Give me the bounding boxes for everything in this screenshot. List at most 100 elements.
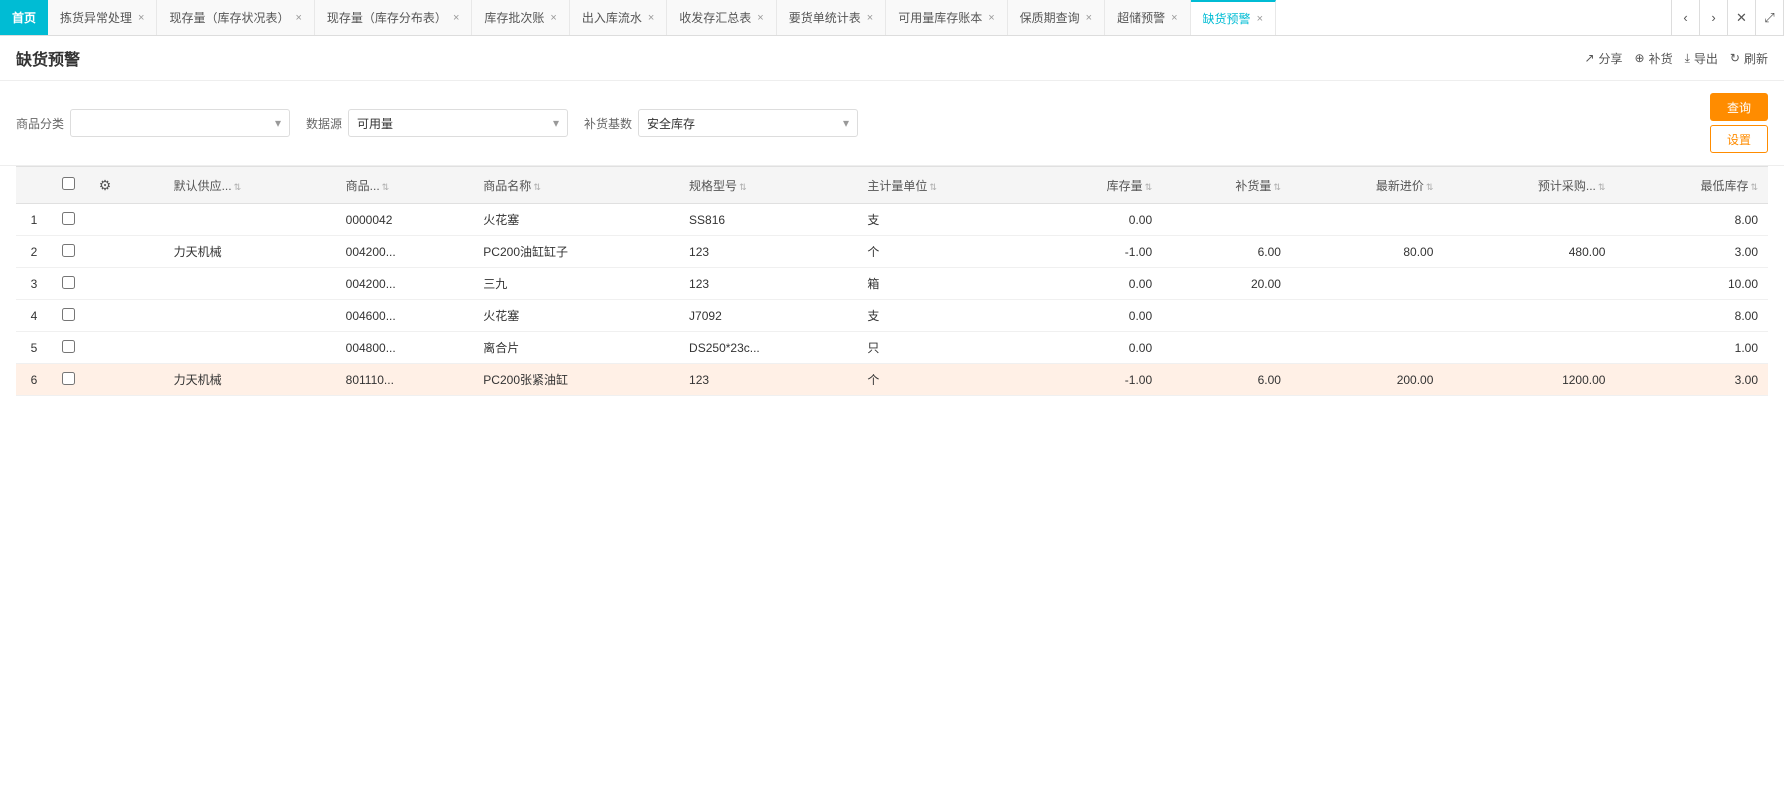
tab-expiry-query[interactable]: 保质期查询× bbox=[1008, 0, 1105, 36]
tab-close-collect-summary[interactable]: × bbox=[757, 12, 763, 24]
cell-code-2: 004200... bbox=[336, 268, 474, 300]
sort-icon-code: ⇅ bbox=[382, 182, 390, 192]
cell-code-1: 004200... bbox=[336, 236, 474, 268]
tab-label-demand-stat: 要货单统计表 bbox=[789, 9, 861, 26]
tab-close-demand-stat[interactable]: × bbox=[867, 12, 873, 24]
col-label-latest_price: 最新进价 bbox=[1376, 179, 1424, 193]
datasource-filter-group: 数据源 可用量 ▾ bbox=[306, 109, 568, 137]
tab-collect-summary[interactable]: 收发存汇总表× bbox=[667, 0, 776, 36]
row-checkbox-5[interactable] bbox=[62, 372, 75, 385]
col-header-checkbox[interactable] bbox=[52, 167, 85, 204]
tab-close-available-ledger[interactable]: × bbox=[988, 12, 994, 24]
cell-name-4: 离合片 bbox=[473, 332, 679, 364]
datasource-select[interactable]: 可用量 ▾ bbox=[348, 109, 568, 137]
tab-demand-stat[interactable]: 要货单统计表 × bbox=[777, 0, 886, 36]
cell-supplier-0 bbox=[164, 204, 336, 236]
tab-shortage[interactable]: 缺货预警× bbox=[1191, 0, 1276, 36]
col-header-name[interactable]: 商品名称⇅ bbox=[473, 167, 679, 204]
cell-checkbox-5 bbox=[52, 364, 85, 396]
cell-index-2: 3 bbox=[16, 268, 52, 300]
col-header-settings[interactable]: ⚙ bbox=[85, 167, 164, 204]
tab-inventory-status[interactable]: 现存量（库存状况表）× bbox=[157, 0, 314, 36]
cell-supplement-2: 20.00 bbox=[1162, 268, 1291, 300]
category-select[interactable]: ▾ bbox=[70, 109, 290, 137]
cell-spec-5: 123 bbox=[679, 364, 857, 396]
col-header-unit[interactable]: 主计量单位⇅ bbox=[857, 167, 1033, 204]
cell-latest_price-3 bbox=[1291, 300, 1443, 332]
col-header-spec[interactable]: 规格型号⇅ bbox=[679, 167, 857, 204]
supplement-base-select-value: 安全库存 bbox=[647, 115, 695, 132]
col-header-supplement[interactable]: 补货量⇅ bbox=[1162, 167, 1291, 204]
page-title: 缺货预警 bbox=[16, 46, 80, 70]
tab-next-button[interactable]: › bbox=[1700, 0, 1728, 36]
page-content: 缺货预警 ↗ 分享 ⊕ 补货 ⤓ 导出 ↻ 刷新 商品分类 bbox=[0, 36, 1784, 796]
col-header-min_stock[interactable]: 最低库存⇅ bbox=[1615, 167, 1768, 204]
select-all-checkbox[interactable] bbox=[62, 177, 75, 190]
export-button[interactable]: ⤓ 导出 bbox=[1685, 50, 1718, 67]
supplement-button[interactable]: ⊕ 补货 bbox=[1635, 50, 1673, 67]
refresh-button[interactable]: ↻ 刷新 bbox=[1730, 50, 1768, 67]
cell-estimate_purchase-0 bbox=[1443, 204, 1615, 236]
cell-stock-4: 0.00 bbox=[1033, 332, 1162, 364]
tab-prev-button[interactable]: ‹ bbox=[1672, 0, 1700, 36]
sort-icon-name: ⇅ bbox=[533, 182, 541, 192]
sort-icon-stock: ⇅ bbox=[1145, 182, 1153, 192]
sort-icon-supplier: ⇅ bbox=[234, 182, 242, 192]
tab-close-button[interactable]: ✕ bbox=[1728, 0, 1756, 36]
tab-close-abnormal[interactable]: × bbox=[138, 12, 144, 24]
cell-settings-1 bbox=[85, 236, 164, 268]
tab-home[interactable]: 首页 bbox=[0, 0, 48, 36]
col-header-index[interactable] bbox=[16, 167, 52, 204]
supplement-base-filter-group: 补货基数 安全库存 ▾ bbox=[584, 109, 858, 137]
tab-inventory-dist[interactable]: 现存量（库存分布表）× bbox=[315, 0, 472, 36]
tab-close-shortage[interactable]: × bbox=[1257, 13, 1263, 25]
cell-code-5: 801110... bbox=[336, 364, 474, 396]
share-button[interactable]: ↗ 分享 bbox=[1584, 50, 1622, 67]
cell-code-0: 0000042 bbox=[336, 204, 474, 236]
cell-latest_price-2 bbox=[1291, 268, 1443, 300]
tab-close-expiry-query[interactable]: × bbox=[1086, 12, 1092, 24]
col-header-stock[interactable]: 库存量⇅ bbox=[1033, 167, 1162, 204]
filter-area: 商品分类 ▾ 数据源 可用量 ▾ 补货基数 安全库存 ▾ 查询 设置 bbox=[0, 81, 1784, 166]
cell-unit-4: 只 bbox=[857, 332, 1033, 364]
row-checkbox-3[interactable] bbox=[62, 308, 75, 321]
cell-min_stock-3: 8.00 bbox=[1615, 300, 1768, 332]
tab-batch[interactable]: 库存批次账× bbox=[472, 0, 569, 36]
col-header-estimate_purchase[interactable]: 预计采购...⇅ bbox=[1443, 167, 1615, 204]
row-checkbox-0[interactable] bbox=[62, 212, 75, 225]
query-button[interactable]: 查询 bbox=[1710, 93, 1768, 121]
cell-supplement-1: 6.00 bbox=[1162, 236, 1291, 268]
tab-expand-button[interactable]: ⤢ bbox=[1756, 0, 1784, 36]
row-checkbox-1[interactable] bbox=[62, 244, 75, 257]
tab-close-inout-flow[interactable]: × bbox=[648, 12, 654, 24]
row-checkbox-2[interactable] bbox=[62, 276, 75, 289]
col-header-code[interactable]: 商品...⇅ bbox=[336, 167, 474, 204]
tab-close-inventory-dist[interactable]: × bbox=[453, 12, 459, 24]
tab-close-overstock[interactable]: × bbox=[1171, 12, 1177, 24]
supplement-icon: ⊕ bbox=[1635, 51, 1645, 65]
cell-unit-0: 支 bbox=[857, 204, 1033, 236]
supplement-base-select[interactable]: 安全库存 ▾ bbox=[638, 109, 858, 137]
col-header-supplier[interactable]: 默认供应...⇅ bbox=[164, 167, 336, 204]
settings-button[interactable]: 设置 bbox=[1710, 125, 1768, 153]
page-header: 缺货预警 ↗ 分享 ⊕ 补货 ⤓ 导出 ↻ 刷新 bbox=[0, 36, 1784, 81]
col-header-latest_price[interactable]: 最新进价⇅ bbox=[1291, 167, 1443, 204]
cell-unit-1: 个 bbox=[857, 236, 1033, 268]
table-settings-icon[interactable]: ⚙ bbox=[95, 175, 115, 195]
share-icon: ↗ bbox=[1584, 51, 1594, 65]
tab-abnormal[interactable]: 拣货异常处理 × bbox=[48, 0, 157, 36]
tab-close-batch[interactable]: × bbox=[550, 12, 556, 24]
datasource-dropdown-icon: ▾ bbox=[553, 116, 559, 130]
tab-inout-flow[interactable]: 出入库流水× bbox=[570, 0, 667, 36]
row-checkbox-4[interactable] bbox=[62, 340, 75, 353]
tab-available-ledger[interactable]: 可用量库存账本× bbox=[886, 0, 1007, 36]
tab-close-inventory-status[interactable]: × bbox=[295, 12, 301, 24]
cell-estimate_purchase-1: 480.00 bbox=[1443, 236, 1615, 268]
tab-overstock[interactable]: 超储预警× bbox=[1105, 0, 1190, 36]
tab-bar: 首页拣货异常处理×现存量（库存状况表）×现存量（库存分布表）×库存批次账×出入库… bbox=[0, 0, 1784, 36]
datasource-select-value: 可用量 bbox=[357, 115, 393, 132]
cell-spec-3: J7092 bbox=[679, 300, 857, 332]
cell-stock-2: 0.00 bbox=[1033, 268, 1162, 300]
header-actions: ↗ 分享 ⊕ 补货 ⤓ 导出 ↻ 刷新 bbox=[1584, 50, 1768, 67]
tab-label-abnormal: 拣货异常处理 bbox=[60, 9, 132, 26]
